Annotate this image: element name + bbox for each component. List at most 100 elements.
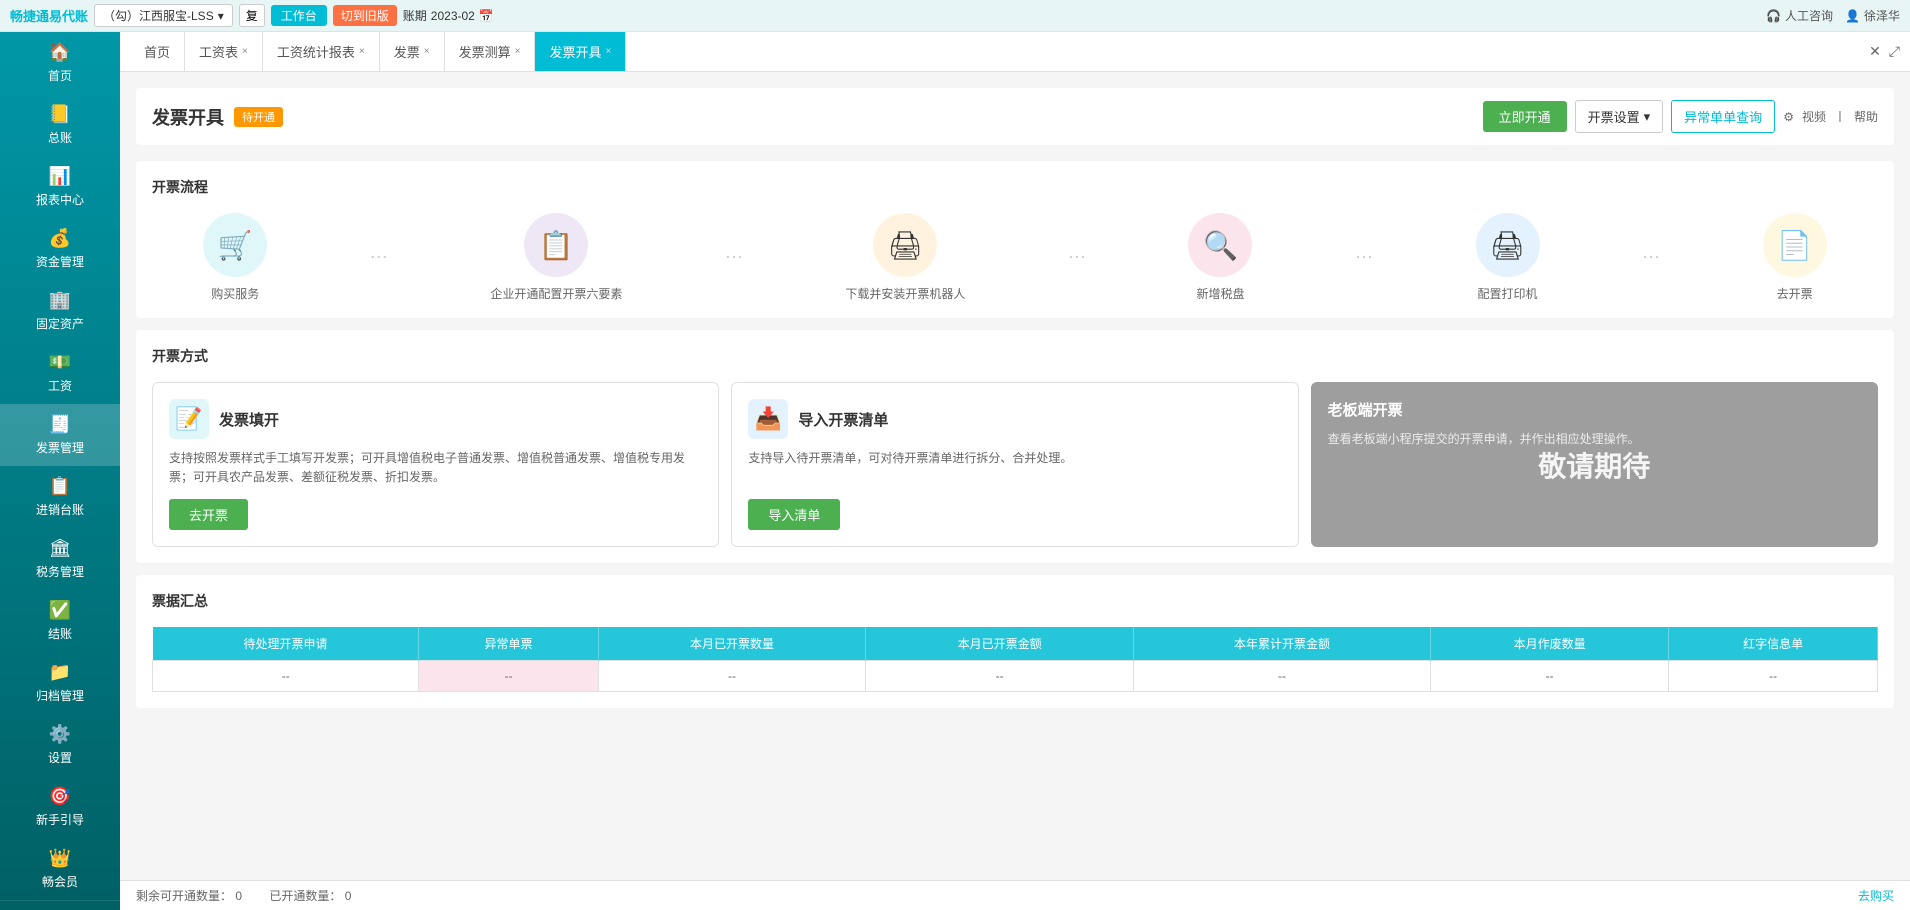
top-bar-right: 🎧 人工咨询 👤 徐泽华 — [1766, 7, 1900, 24]
sidebar-item-new-guide[interactable]: 🎯 新手引导 — [0, 776, 120, 838]
app-logo: 畅捷通易代账 — [10, 6, 88, 25]
tax-icon: 🏛 — [49, 538, 72, 559]
help-icon[interactable]: ⚙ — [1783, 110, 1794, 124]
user-avatar-icon: 👤 — [1845, 9, 1860, 23]
step-buy-service[interactable]: 🛒 购买服务 — [203, 213, 267, 302]
tab-invoice-tool[interactable]: 发票开具 × — [535, 32, 626, 71]
step-download-robot[interactable]: 🖨 下载并安装开票机器人 — [845, 213, 965, 302]
sidebar-item-tax-mgmt[interactable]: 🏛 税务管理 — [0, 528, 120, 590]
sidebar-item-invoice-mgmt[interactable]: 🧾 发票管理 — [0, 404, 120, 466]
sidebar-label-archive-mgmt: 归档管理 — [36, 687, 84, 704]
tab-bar: 首页 工资表 × 工资统计报表 × 发票 × 发票测算 × — [120, 32, 1910, 72]
open-ticket-label: 去开票 — [1777, 285, 1813, 302]
sidebar-item-report-center[interactable]: 📊 报表中心 — [0, 156, 120, 218]
td-red-info: -- — [1669, 661, 1878, 692]
archive-icon: 📁 — [49, 662, 71, 683]
download-robot-icon: 🖨 — [873, 213, 937, 277]
workspace-button[interactable]: 工作台 — [271, 5, 327, 26]
query-exception-button[interactable]: 异常单单查询 — [1671, 100, 1775, 133]
tab-invoice-label: 发票 — [394, 42, 420, 61]
user-service[interactable]: 🎧 人工咨询 — [1766, 7, 1833, 24]
sidebar-item-fund-mgmt[interactable]: 💰 资金管理 — [0, 218, 120, 280]
tab-invoice[interactable]: 发票 × — [380, 32, 445, 71]
fund-icon: 💰 — [49, 228, 71, 249]
sidebar-label-settlement: 结账 — [48, 625, 72, 642]
tab-home[interactable]: 首页 — [130, 32, 185, 71]
user-avatar-area[interactable]: 👤 徐泽华 — [1845, 7, 1900, 24]
home-icon: 🏠 — [49, 42, 71, 63]
enterprise-setup-icon: 📋 — [524, 213, 588, 277]
tab-payroll-stats-label: 工资统计报表 — [277, 42, 355, 61]
boss-terminal-title: 老板端开票 — [1328, 399, 1403, 420]
manual-fill-desc: 支持按照发票样式手工填写开发票；可开具增值税电子普通发票、增值税普通发票、增值税… — [169, 449, 702, 487]
headset-icon: 🎧 — [1766, 9, 1781, 23]
tab-invoice-calc-close[interactable]: × — [515, 46, 521, 57]
tab-payroll-table[interactable]: 工资表 × — [185, 32, 263, 71]
remaining-label: 剩余可开通数量： — [136, 889, 232, 903]
page-footer: 剩余可开通数量： 0 已开通数量： 0 去购买 — [120, 880, 1910, 910]
arrow-4: ⋯ — [1355, 247, 1373, 268]
tab-payroll-table-label: 工资表 — [199, 42, 238, 61]
sidebar-item-settings[interactable]: ⚙️ 设置 — [0, 714, 120, 776]
sidebar-item-fixed-assets[interactable]: 🏢 固定资产 — [0, 280, 120, 342]
sidebar-label-member: 畅会员 — [42, 873, 78, 890]
import-list-button[interactable]: 导入清单 — [748, 499, 840, 530]
calendar-icon[interactable]: 📅 — [479, 9, 494, 23]
sidebar-item-home[interactable]: 🏠 首页 — [0, 32, 120, 94]
methods-section: 开票方式 📝 发票填开 支持按照发票样式手工填写开发票；可开具增值税电子普通发票… — [136, 330, 1894, 563]
view-label[interactable]: 视频 — [1802, 108, 1826, 125]
sidebar-item-payroll[interactable]: 💵 工资 — [0, 342, 120, 404]
period-label: 账期 2023-02 📅 — [403, 7, 494, 24]
tab-close-all-icon[interactable]: ✕ — [1869, 43, 1881, 60]
buy-link[interactable]: 去购买 — [1858, 887, 1894, 904]
sidebar-item-settlement[interactable]: ✅ 结账 — [0, 590, 120, 652]
tab-invoice-tool-close[interactable]: × — [605, 46, 611, 57]
method-card-header-manual: 📝 发票填开 — [169, 399, 702, 439]
purchase-icon: 📋 — [49, 476, 71, 497]
open-settings-button[interactable]: 开票设置 ▾ — [1575, 100, 1664, 133]
main-layout: 🏠 首页 📒 总账 📊 报表中心 💰 资金管理 🏢 固定资产 💵 工资 🧾 发票… — [0, 32, 1910, 910]
flow-title: 开票流程 — [152, 177, 1878, 197]
open-settings-label: 开票设置 — [1588, 107, 1640, 126]
download-robot-label: 下载并安装开票机器人 — [845, 285, 965, 302]
company-selector[interactable]: （勾）江西服宝-LSS ▾ — [94, 4, 233, 27]
assets-icon: 🏢 — [49, 290, 71, 311]
opened-value: 0 — [345, 889, 352, 903]
tab-payroll-table-close[interactable]: × — [242, 46, 248, 57]
sidebar-item-member[interactable]: 👑 畅会员 — [0, 838, 120, 900]
import-list-title: 导入开票清单 — [798, 409, 888, 430]
th-exception: 异常单票 — [419, 627, 598, 661]
pin-toggle[interactable]: ↕ ↑↓取消固定 — [0, 900, 120, 910]
th-void-count: 本月作废数量 — [1431, 627, 1669, 661]
member-icon: 👑 — [49, 848, 71, 869]
flow-steps: 🛒 购买服务 ⋯ 📋 企业开通配置开票六要素 ⋯ 🖨 下载并安装开票机器人 ⋯ — [152, 213, 1878, 302]
open-now-button[interactable]: 立即开通 — [1483, 101, 1567, 132]
period-value: 2023-02 — [431, 9, 475, 23]
separator: 丨 — [1834, 108, 1846, 125]
guide-icon: 🎯 — [49, 786, 71, 807]
manual-fill-button[interactable]: 去开票 — [169, 499, 248, 530]
step-config-printer[interactable]: 🖨 配置打印机 — [1476, 213, 1540, 302]
tab-invoice-close[interactable]: × — [424, 46, 430, 57]
settlement-icon: ✅ — [49, 600, 71, 621]
arrow-2: ⋯ — [725, 247, 743, 268]
switch-button[interactable]: 切到旧版 — [333, 5, 397, 26]
method-card-import-list: 📥 导入开票清单 支持导入待开票清单，可对待开票清单进行拆分、合并处理。 导入清… — [731, 382, 1298, 547]
tab-invoice-calc[interactable]: 发票测算 × — [445, 32, 536, 71]
step-enterprise-setup[interactable]: 📋 企业开通配置开票六要素 — [490, 213, 622, 302]
tab-restore-icon[interactable]: ⤢ — [1889, 43, 1900, 60]
copy-button[interactable]: 复 — [239, 4, 265, 27]
step-add-tax-disk[interactable]: 🔍 新增税盘 — [1188, 213, 1252, 302]
help-label[interactable]: 帮助 — [1854, 108, 1878, 125]
sidebar-item-purchase-sales[interactable]: 📋 进销台账 — [0, 466, 120, 528]
add-tax-disk-label: 新增税盘 — [1196, 285, 1244, 302]
step-open-ticket[interactable]: 📄 去开票 — [1763, 213, 1827, 302]
tab-payroll-stats-close[interactable]: × — [359, 46, 365, 57]
footer-left: 剩余可开通数量： 0 已开通数量： 0 — [136, 887, 351, 904]
sidebar-item-archive-mgmt[interactable]: 📁 归档管理 — [0, 652, 120, 714]
td-void-count: -- — [1431, 661, 1669, 692]
tab-payroll-stats[interactable]: 工资统计报表 × — [263, 32, 380, 71]
sidebar-item-general-ledger[interactable]: 📒 总账 — [0, 94, 120, 156]
page-title-wrap: 发票开具 待开通 — [152, 104, 283, 130]
flow-section: 开票流程 🛒 购买服务 ⋯ 📋 企业开通配置开票六要素 ⋯ 🖨 下载并安 — [136, 161, 1894, 318]
